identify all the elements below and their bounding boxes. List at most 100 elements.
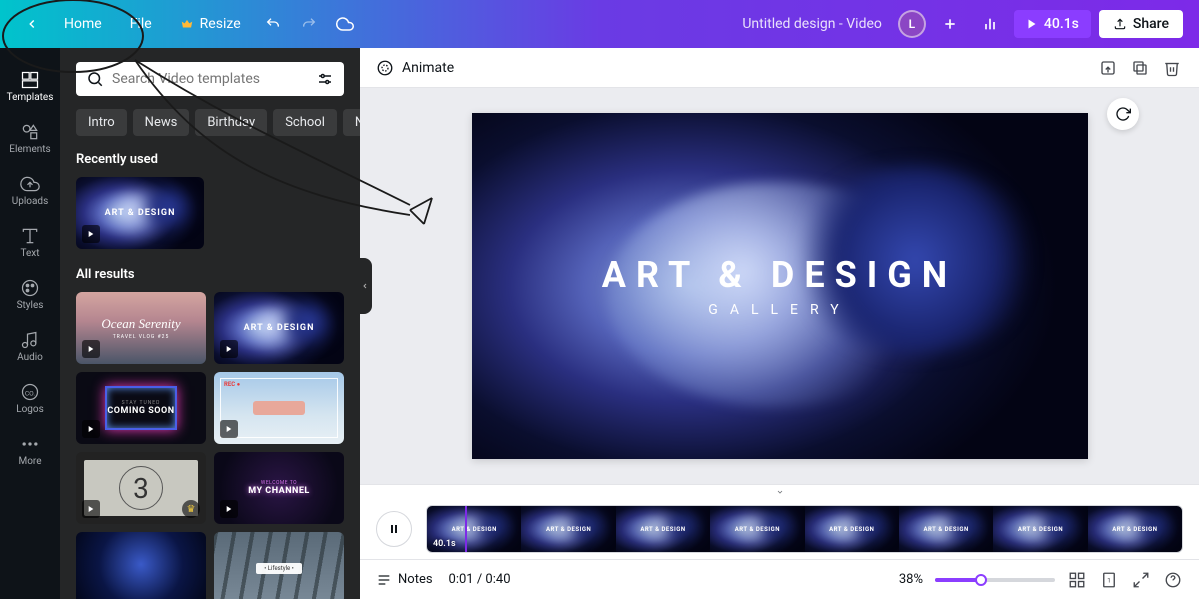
logos-icon: CO. [20, 382, 40, 402]
timeline-frame[interactable]: ART & DESIGN [521, 506, 615, 552]
styles-icon [20, 278, 40, 298]
rail-templates[interactable]: Templates [0, 60, 60, 112]
playback-time: 0:01 / 0:40 [449, 572, 511, 587]
resize-button[interactable]: Resize [168, 10, 253, 38]
play-icon [82, 225, 100, 243]
notes-button[interactable]: Notes [376, 572, 433, 588]
svg-text:1: 1 [1107, 576, 1111, 584]
timeline-frame[interactable]: ART & DESIGN [616, 506, 710, 552]
insights-button[interactable] [974, 8, 1006, 40]
tile-label: • Lifestyle • [256, 563, 301, 574]
search-input[interactable] [112, 71, 308, 87]
template-coming-soon[interactable]: STAY TUNED COMING SOON [76, 372, 206, 444]
timeline-frame[interactable]: ART & DESIGN [899, 506, 993, 552]
file-button[interactable]: File [118, 10, 164, 38]
rail-logos[interactable]: CO. Logos [0, 372, 60, 424]
premium-icon: ♛ [182, 500, 200, 518]
delete-icon[interactable] [1161, 57, 1183, 79]
page-view-icon[interactable]: 1 [1099, 570, 1119, 590]
rail-more[interactable]: More [0, 424, 60, 476]
playhead[interactable] [465, 505, 467, 553]
rail-styles-label: Styles [17, 300, 44, 311]
play-icon [220, 340, 238, 358]
elements-icon [20, 122, 40, 142]
chip-nature[interactable]: Nature [343, 109, 360, 136]
recent-template-label: ART & DESIGN [105, 208, 176, 218]
share-button[interactable]: Share [1099, 10, 1183, 38]
tile-label: Ocean Serenity [101, 316, 180, 332]
canvas-frame[interactable]: ART & DESIGN GALLERY [472, 113, 1088, 459]
rail-text[interactable]: Text [0, 216, 60, 268]
back-button[interactable] [16, 8, 48, 40]
recent-template-art-design[interactable]: ART & DESIGN [76, 177, 204, 249]
tile-label: ART & DESIGN [244, 323, 315, 333]
timeline-frame[interactable]: ART & DESIGN [710, 506, 804, 552]
cloud-sync-icon[interactable] [329, 8, 361, 40]
template-countdown[interactable]: 3 ♛ [76, 452, 206, 524]
play-icon [220, 420, 238, 438]
templates-icon [20, 70, 40, 90]
search-settings-icon[interactable] [316, 70, 334, 88]
share-label: Share [1133, 16, 1169, 32]
timeline-frame[interactable]: ART & DESIGN [993, 506, 1087, 552]
play-icon [82, 420, 100, 438]
home-button[interactable]: Home [52, 10, 114, 38]
rail-styles[interactable]: Styles [0, 268, 60, 320]
duplicate-icon[interactable] [1129, 57, 1151, 79]
timeline-frame[interactable]: ART & DESIGN [805, 506, 899, 552]
regenerate-button[interactable] [1107, 98, 1139, 130]
export-icon[interactable] [1097, 57, 1119, 79]
search-box[interactable] [76, 62, 344, 96]
collapse-panel-button[interactable] [358, 258, 372, 314]
pause-button[interactable] [376, 511, 412, 547]
template-art-design[interactable]: ART & DESIGN [214, 292, 344, 364]
template-lifestyle[interactable]: • Lifestyle • [214, 532, 344, 599]
document-name[interactable]: Untitled design - Video [742, 16, 882, 32]
rail-uploads[interactable]: Uploads [0, 164, 60, 216]
rail-audio[interactable]: Audio [0, 320, 60, 372]
rail-elements[interactable]: Elements [0, 112, 60, 164]
play-preview-button[interactable]: 40.1s [1014, 10, 1091, 38]
chip-birthday[interactable]: Birthday [195, 109, 267, 136]
animate-icon [376, 59, 394, 77]
play-icon [82, 500, 100, 518]
tile-label: 3 [119, 466, 163, 510]
template-rec-clouds[interactable]: REC ● [214, 372, 344, 444]
timeline-collapse[interactable] [376, 485, 1183, 499]
upload-icon [1113, 17, 1127, 31]
template-my-channel[interactable]: WELCOME TO MY CHANNEL [214, 452, 344, 524]
avatar[interactable]: L [898, 10, 926, 38]
chip-news[interactable]: News [133, 109, 190, 136]
crown-icon [180, 17, 194, 31]
timeline-frame[interactable]: ART & DESIGN [1088, 506, 1182, 552]
audio-icon [20, 330, 40, 350]
template-starfield[interactable] [76, 532, 206, 599]
tile-sublabel: TRAVEL VLOG #25 [101, 334, 180, 340]
tile-label: REC ● [224, 381, 240, 388]
animate-label: Animate [402, 60, 454, 76]
template-ocean-serenity[interactable]: Ocean Serenity TRAVEL VLOG #25 [76, 292, 206, 364]
chip-school[interactable]: School [273, 109, 337, 136]
zoom-slider[interactable] [935, 578, 1055, 582]
rail-text-label: Text [20, 248, 39, 259]
canvas-title: ART & DESIGN [602, 254, 957, 296]
add-member-button[interactable] [934, 8, 966, 40]
play-duration-label: 40.1s [1044, 16, 1079, 32]
help-icon[interactable] [1163, 570, 1183, 590]
rail-templates-label: Templates [7, 92, 54, 103]
undo-button[interactable] [257, 8, 289, 40]
play-icon [1026, 18, 1038, 30]
svg-text:CO.: CO. [25, 389, 36, 397]
all-results-heading: All results [76, 267, 344, 282]
fullscreen-icon[interactable] [1131, 570, 1151, 590]
more-icon [20, 434, 40, 454]
grid-view-icon[interactable] [1067, 570, 1087, 590]
animate-button[interactable]: Animate [376, 59, 454, 77]
notes-icon [376, 572, 392, 588]
redo-button[interactable] [293, 8, 325, 40]
tile-label: COMING SOON [107, 406, 174, 416]
timeline-track[interactable]: ART & DESIGNART & DESIGNART & DESIGNART … [426, 505, 1183, 553]
rail-elements-label: Elements [9, 144, 50, 155]
chip-intro[interactable]: Intro [76, 109, 127, 136]
uploads-icon [20, 174, 40, 194]
